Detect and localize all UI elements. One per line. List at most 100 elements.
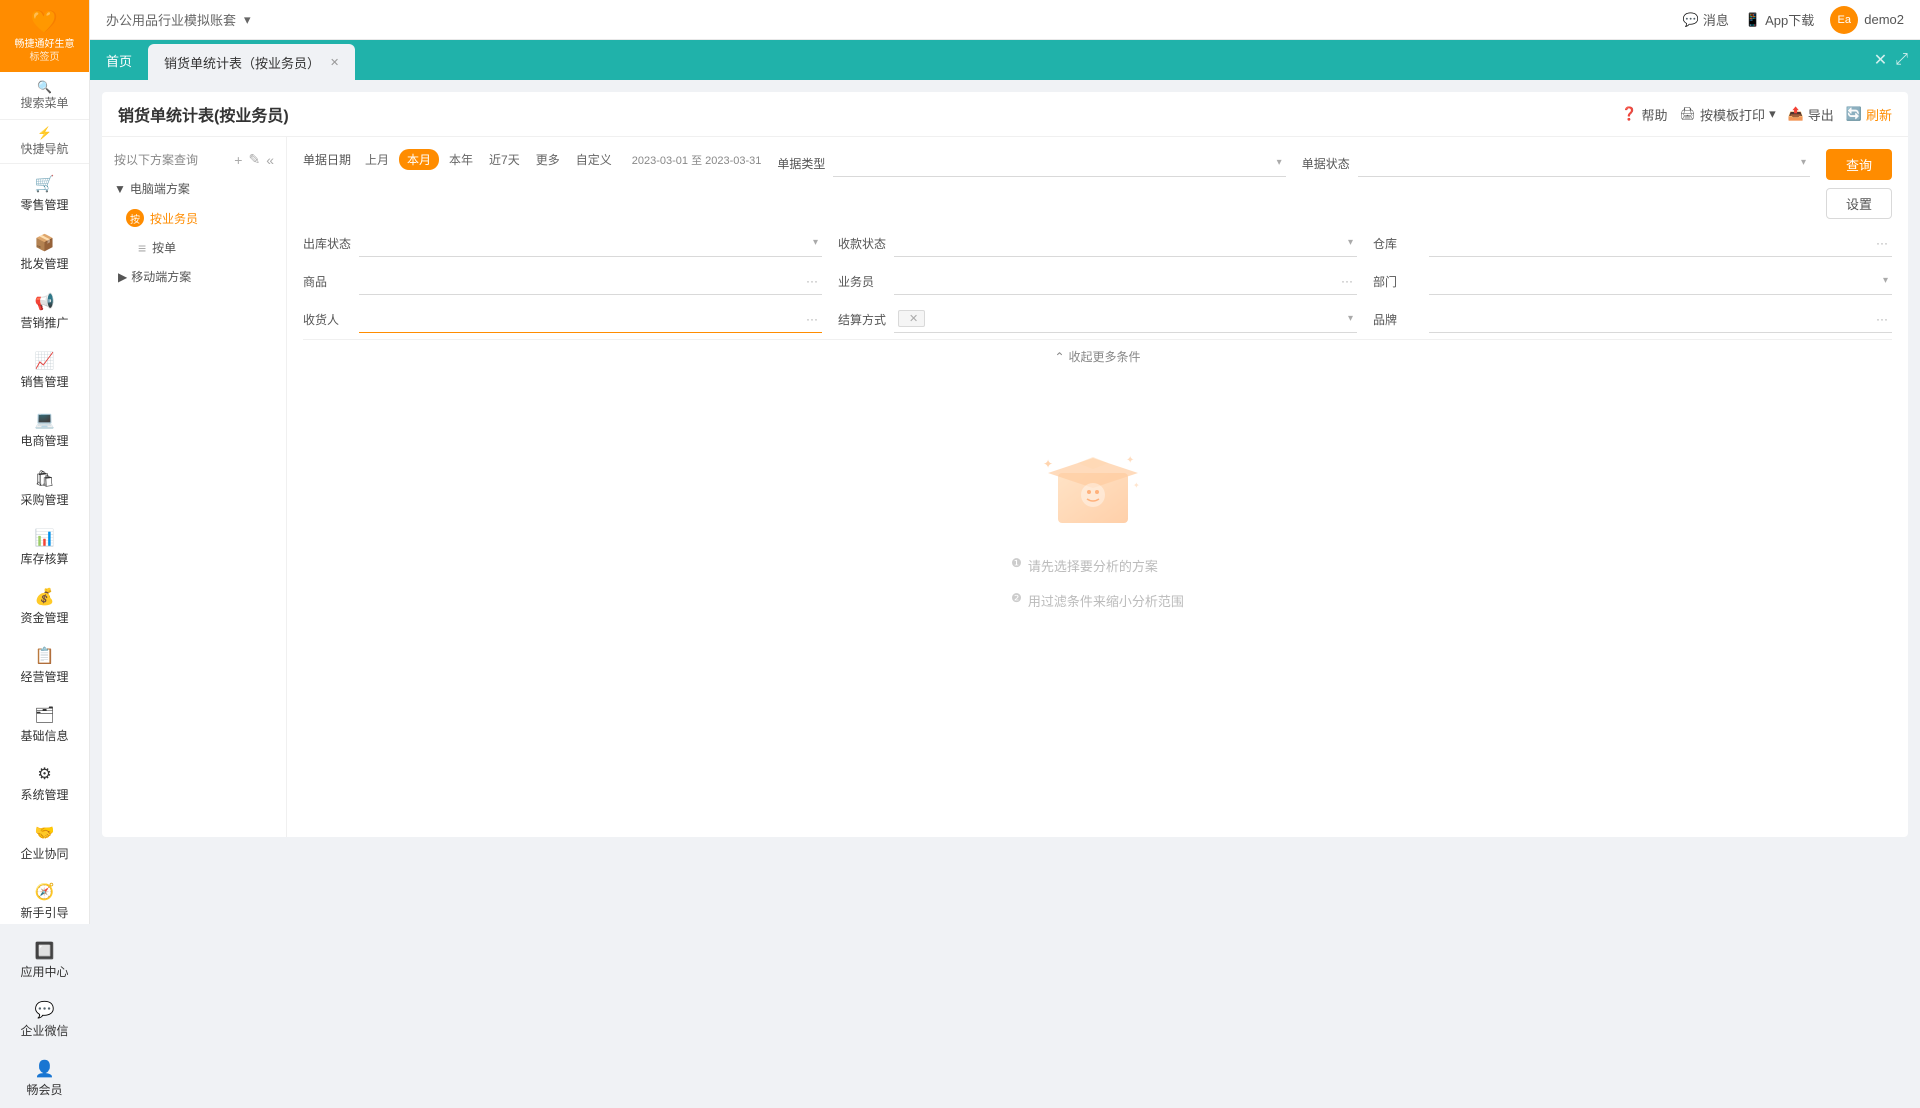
brand-label: 品牌 — [1373, 311, 1423, 328]
sidebar-item-label-0: 零售管理 — [20, 196, 68, 213]
export-btn[interactable]: 📤 导出 — [1788, 105, 1834, 124]
sidebar-item-9[interactable]: 🗂 基础信息 — [16, 695, 72, 754]
svg-text:✦: ✦ — [1043, 457, 1053, 471]
sidebar-item-8[interactable]: 📋 经营管理 — [16, 636, 72, 695]
sidebar-item-14[interactable]: 💬 企业微信 — [16, 990, 72, 1049]
receiver-control[interactable]: ··· — [359, 305, 822, 333]
user-label: demo2 — [1864, 12, 1904, 27]
doc-status-control[interactable]: ▾ — [1358, 149, 1810, 177]
sidebar-item-label-6: 库存核算 — [20, 550, 68, 567]
brand-filter: 品牌 ··· — [1373, 305, 1892, 333]
sidebar-item-13[interactable]: 🔲 应用中心 — [16, 931, 72, 990]
department-filter: 部门 ▾ — [1373, 267, 1892, 295]
sidebar-item-icon-7: 💰 — [35, 587, 55, 607]
payment-status-control[interactable]: ▾ — [894, 229, 1357, 257]
message-action[interactable]: 💬 消息 — [1683, 10, 1729, 29]
brand-dots: ··· — [1876, 312, 1888, 326]
product-label: 商品 — [303, 273, 353, 290]
date-tab-thismonth[interactable]: 本月 — [399, 149, 439, 170]
sidebar-item-0[interactable]: 🛒 零售管理 — [16, 164, 72, 223]
sidebar-item-icon-12: 🧭 — [35, 882, 55, 902]
left-panel: 按以下方案查询 + ✎ « ▼ 电脑端方案 按 按业务员 — [102, 137, 287, 837]
sidebar-item-2[interactable]: 📢 营销推广 — [16, 282, 72, 341]
brand-control[interactable]: ··· — [1429, 305, 1892, 333]
export-label: 导出 — [1808, 105, 1834, 124]
add-scheme-icon[interactable]: + — [234, 152, 242, 168]
date-tab-more[interactable]: 更多 — [530, 149, 566, 170]
left-panel-header: 按以下方案查询 + ✎ « — [102, 145, 286, 174]
warehouse-control[interactable]: ··· — [1429, 229, 1892, 257]
print-label: 按模板打印 — [1700, 105, 1765, 124]
department-control[interactable]: ▾ — [1429, 267, 1892, 295]
settlement-caret: ▾ — [1348, 313, 1353, 324]
help-btn[interactable]: ❓ 帮助 — [1621, 105, 1667, 124]
settlement-tag-close[interactable]: ✕ — [909, 312, 918, 325]
tab-close-btn[interactable]: ✕ — [1874, 50, 1887, 70]
filter-row-2: 出库状态 ▾ 收款状态 ▾ 仓库 — [303, 229, 1892, 257]
date-range: 2023-03-01 至 2023-03-31 — [632, 152, 762, 168]
doc-type-label: 单据类型 — [777, 155, 827, 172]
sidebar-search[interactable]: 🔍 搜索菜单 — [0, 72, 89, 120]
settings-button[interactable]: 设置 — [1826, 188, 1892, 219]
refresh-btn[interactable]: 🔄 刷新 — [1846, 105, 1892, 124]
sidebar-item-label-11: 企业协同 — [20, 845, 68, 862]
scheme-item-salesperson[interactable]: 按 按业务员 — [102, 203, 286, 233]
sidebar-item-12[interactable]: 🧭 新手引导 — [16, 872, 72, 931]
payment-status-filter: 收款状态 ▾ — [838, 229, 1357, 257]
settlement-label: 结算方式 — [838, 311, 888, 328]
doc-type-control[interactable]: ▾ — [833, 149, 1285, 177]
sidebar-logo[interactable]: 🧡 畅捷通好生意 标签页 — [0, 0, 89, 72]
query-button[interactable]: 查询 — [1826, 149, 1892, 180]
scheme-group-mobile-title[interactable]: ▶ 移动端方案 — [102, 262, 286, 291]
settlement-control[interactable]: ✕ ▾ — [894, 305, 1357, 333]
sidebar-item-11[interactable]: 🤝 企业协同 — [16, 813, 72, 872]
out-status-control[interactable]: ▾ — [359, 229, 822, 257]
tab-sales-stats[interactable]: 销货单统计表（按业务员） ✕ — [148, 44, 355, 80]
scheme-item-by-doc[interactable]: ≡ 按单 — [102, 233, 286, 262]
collapse-btn[interactable]: ⌃ 收起更多条件 — [1054, 348, 1140, 365]
date-label: 单据日期 — [303, 151, 353, 168]
sidebar-item-1[interactable]: 📦 批发管理 — [16, 223, 72, 282]
collapse-panel-icon[interactable]: « — [266, 152, 274, 168]
app-download-action[interactable]: 📱 App下载 — [1745, 10, 1814, 29]
sidebar-item-15[interactable]: 👤 畅会员 — [16, 1049, 72, 1108]
refresh-label: 刷新 — [1866, 105, 1892, 124]
sidebar-item-6[interactable]: 📊 库存核算 — [16, 518, 72, 577]
warehouse-filter: 仓库 ··· — [1373, 229, 1892, 257]
tab-expand-btn[interactable]: ⤢ — [1895, 51, 1908, 69]
date-tab-lastmonth[interactable]: 上月 — [359, 149, 395, 170]
date-tab-custom[interactable]: 自定义 — [570, 149, 618, 170]
scheme-icons: + ✎ « — [234, 151, 274, 168]
doc-status-caret: ▾ — [1801, 157, 1806, 168]
sidebar-item-7[interactable]: 💰 资金管理 — [16, 577, 72, 636]
edit-scheme-icon[interactable]: ✎ — [248, 151, 260, 168]
sidebar-item-icon-2: 📢 — [35, 292, 55, 312]
salesperson-control[interactable]: ··· — [894, 267, 1357, 295]
date-tabs: 上月 本月 本年 近7天 更多 自定义 — [359, 149, 618, 170]
scheme-group-mobile-label: 移动端方案 — [131, 268, 191, 285]
sidebar-item-icon-14: 💬 — [35, 1000, 55, 1020]
scheme-group-desktop-title[interactable]: ▼ 电脑端方案 — [102, 174, 286, 203]
tab-close-icon[interactable]: ✕ — [330, 56, 339, 69]
product-dots: ··· — [806, 274, 818, 288]
empty-tip-2: ❷ 用过滤条件来缩小分析范围 — [1011, 591, 1184, 610]
search-icon: 🔍 — [4, 80, 85, 94]
sidebar-item-5[interactable]: 🛍 采购管理 — [16, 459, 72, 518]
date-tab-7days[interactable]: 近7天 — [483, 149, 526, 170]
salesperson-dots: ··· — [1341, 274, 1353, 288]
user-action[interactable]: Ea demo2 — [1830, 6, 1904, 34]
date-tab-thisyear[interactable]: 本年 — [443, 149, 479, 170]
content-area: 按以下方案查询 + ✎ « ▼ 电脑端方案 按 按业务员 — [102, 137, 1908, 837]
sidebar-item-4[interactable]: 💻 电商管理 — [16, 400, 72, 459]
sidebar-quicknav[interactable]: ⚡ 快捷导航 — [0, 120, 89, 164]
sidebar-item-10[interactable]: ⚙ 系统管理 — [16, 754, 72, 813]
tip2-num: ❷ — [1011, 591, 1022, 605]
product-control[interactable]: ··· — [359, 267, 822, 295]
print-btn[interactable]: 🖨 按模板打印 ▾ — [1680, 105, 1776, 124]
doc-type-filter: 单据类型 ▾ — [777, 149, 1285, 177]
breadcrumb-arrow[interactable]: ▾ — [244, 12, 251, 28]
tab-home[interactable]: 首页 — [90, 40, 148, 80]
sidebar-item-icon-10: ⚙ — [37, 764, 51, 784]
sidebar-item-3[interactable]: 📈 销售管理 — [16, 341, 72, 400]
tip1-text: 请先选择要分析的方案 — [1028, 556, 1158, 575]
